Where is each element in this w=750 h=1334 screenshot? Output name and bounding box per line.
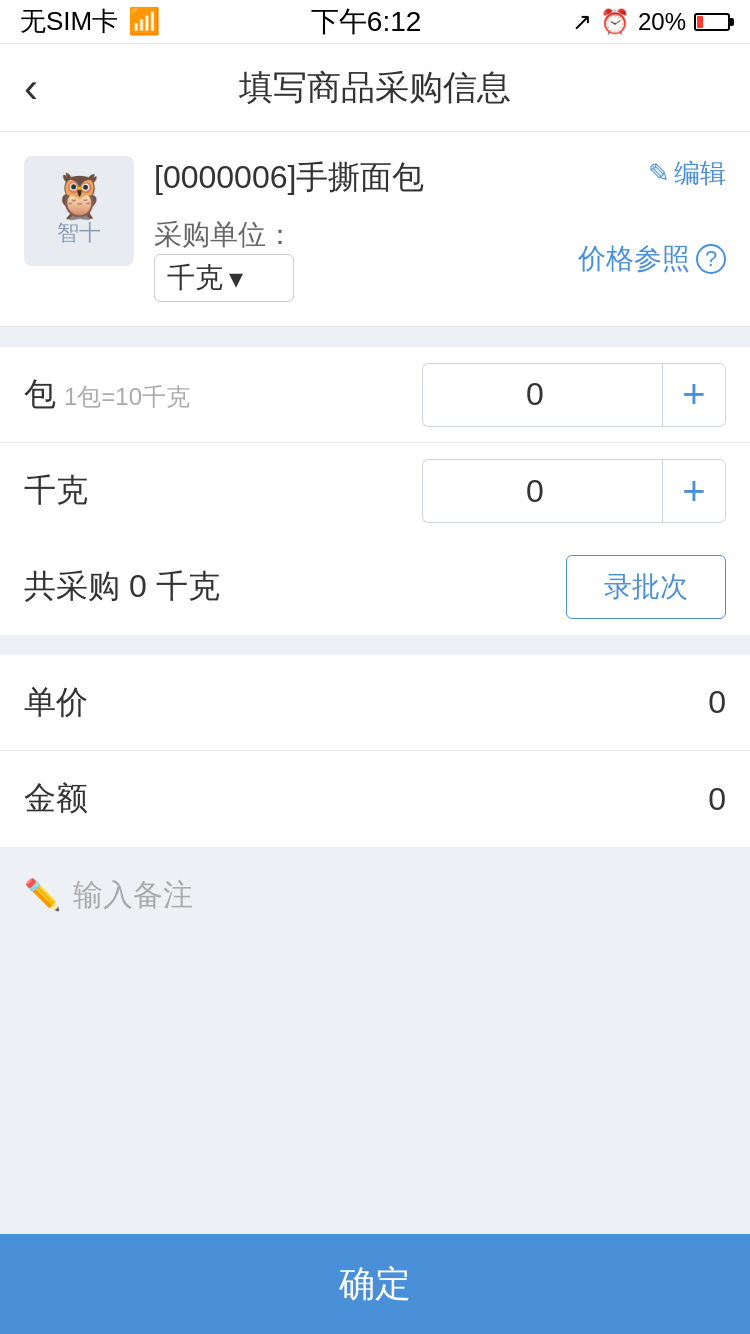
- bag-label: 包1包=10千克: [24, 373, 422, 417]
- kg-label: 千克: [24, 469, 422, 513]
- bag-input-row: 包1包=10千克 +: [0, 347, 750, 443]
- bag-sublabel: 1包=10千克: [64, 383, 190, 410]
- back-button[interactable]: ‹: [24, 67, 38, 109]
- page-title: 填写商品采购信息: [239, 65, 511, 111]
- kg-plus-button[interactable]: +: [662, 459, 726, 523]
- section-divider-1: [0, 327, 750, 347]
- section-divider-2: [0, 635, 750, 655]
- note-placeholder-text: 输入备注: [73, 875, 193, 916]
- kg-input-row: 千克 +: [0, 443, 750, 539]
- spacer: [0, 1089, 750, 1234]
- battery-icon: [694, 13, 730, 31]
- product-info: [0000006]手撕面包 ✎ 编辑 采购单位： 千克 ▾ 价格参照 ?: [154, 156, 726, 302]
- bag-input-control: +: [422, 363, 726, 427]
- unit-price-value: 0: [708, 684, 726, 721]
- status-right: ↗ ⏰ 20%: [572, 8, 730, 36]
- unit-row: 采购单位： 千克 ▾ 价格参照 ?: [154, 216, 726, 302]
- status-bar: 无SIM卡 📶 下午6:12 ↗ ⏰ 20%: [0, 0, 750, 44]
- unit-price-label: 单价: [24, 681, 88, 725]
- unit-label: 采购单位：: [154, 219, 294, 250]
- battery-percent: 20%: [638, 8, 686, 36]
- edit-button[interactable]: ✎ 编辑: [648, 156, 726, 191]
- price-ref-label: 价格参照: [578, 240, 690, 278]
- unit-select[interactable]: 千克 ▾: [154, 254, 294, 302]
- status-left: 无SIM卡 📶: [20, 4, 160, 39]
- product-thumb-icon: 🦉: [52, 174, 107, 218]
- bag-quantity-input[interactable]: [422, 363, 662, 427]
- unit-control: 采购单位： 千克 ▾: [154, 216, 294, 302]
- note-section[interactable]: ✏️ 输入备注: [0, 847, 750, 1089]
- note-pencil-icon: ✏️: [24, 877, 61, 912]
- unit-chevron-icon: ▾: [229, 262, 243, 295]
- product-name: [0000006]手撕面包: [154, 156, 424, 200]
- confirm-label: 确定: [339, 1260, 411, 1309]
- wifi-icon: 📶: [128, 6, 160, 37]
- product-card: 🦉 智十 [0000006]手撕面包 ✎ 编辑 采购单位： 千克 ▾: [0, 132, 750, 327]
- amount-label: 金额: [24, 777, 88, 821]
- edit-icon: ✎: [648, 158, 670, 189]
- price-section: 单价 0 金额 0: [0, 655, 750, 847]
- price-ref-button[interactable]: 价格参照 ?: [578, 240, 726, 278]
- product-thumb-label: 智十: [57, 218, 101, 248]
- summary-row: 共采购 0 千克 录批次: [0, 539, 750, 635]
- kg-input-control: +: [422, 459, 726, 523]
- unit-price-row: 单价 0: [0, 655, 750, 751]
- product-name-row: [0000006]手撕面包 ✎ 编辑: [154, 156, 726, 200]
- confirm-button[interactable]: 确定: [0, 1234, 750, 1334]
- location-icon: ↗: [572, 8, 592, 36]
- main-content: 🦉 智十 [0000006]手撕面包 ✎ 编辑 采购单位： 千克 ▾: [0, 132, 750, 1234]
- price-ref-question-icon: ?: [696, 244, 726, 274]
- amount-row: 金额 0: [0, 751, 750, 847]
- bag-plus-button[interactable]: +: [662, 363, 726, 427]
- summary-text: 共采购 0 千克: [24, 565, 220, 609]
- unit-value: 千克: [167, 259, 223, 297]
- kg-quantity-input[interactable]: [422, 459, 662, 523]
- alarm-icon: ⏰: [600, 8, 630, 36]
- quantity-section: 包1包=10千克 + 千克 +: [0, 347, 750, 539]
- amount-value: 0: [708, 781, 726, 818]
- carrier-text: 无SIM卡: [20, 4, 118, 39]
- edit-label: 编辑: [674, 156, 726, 191]
- status-time: 下午6:12: [311, 3, 422, 41]
- batch-button[interactable]: 录批次: [566, 555, 726, 619]
- nav-bar: ‹ 填写商品采购信息: [0, 44, 750, 132]
- product-thumbnail: 🦉 智十: [24, 156, 134, 266]
